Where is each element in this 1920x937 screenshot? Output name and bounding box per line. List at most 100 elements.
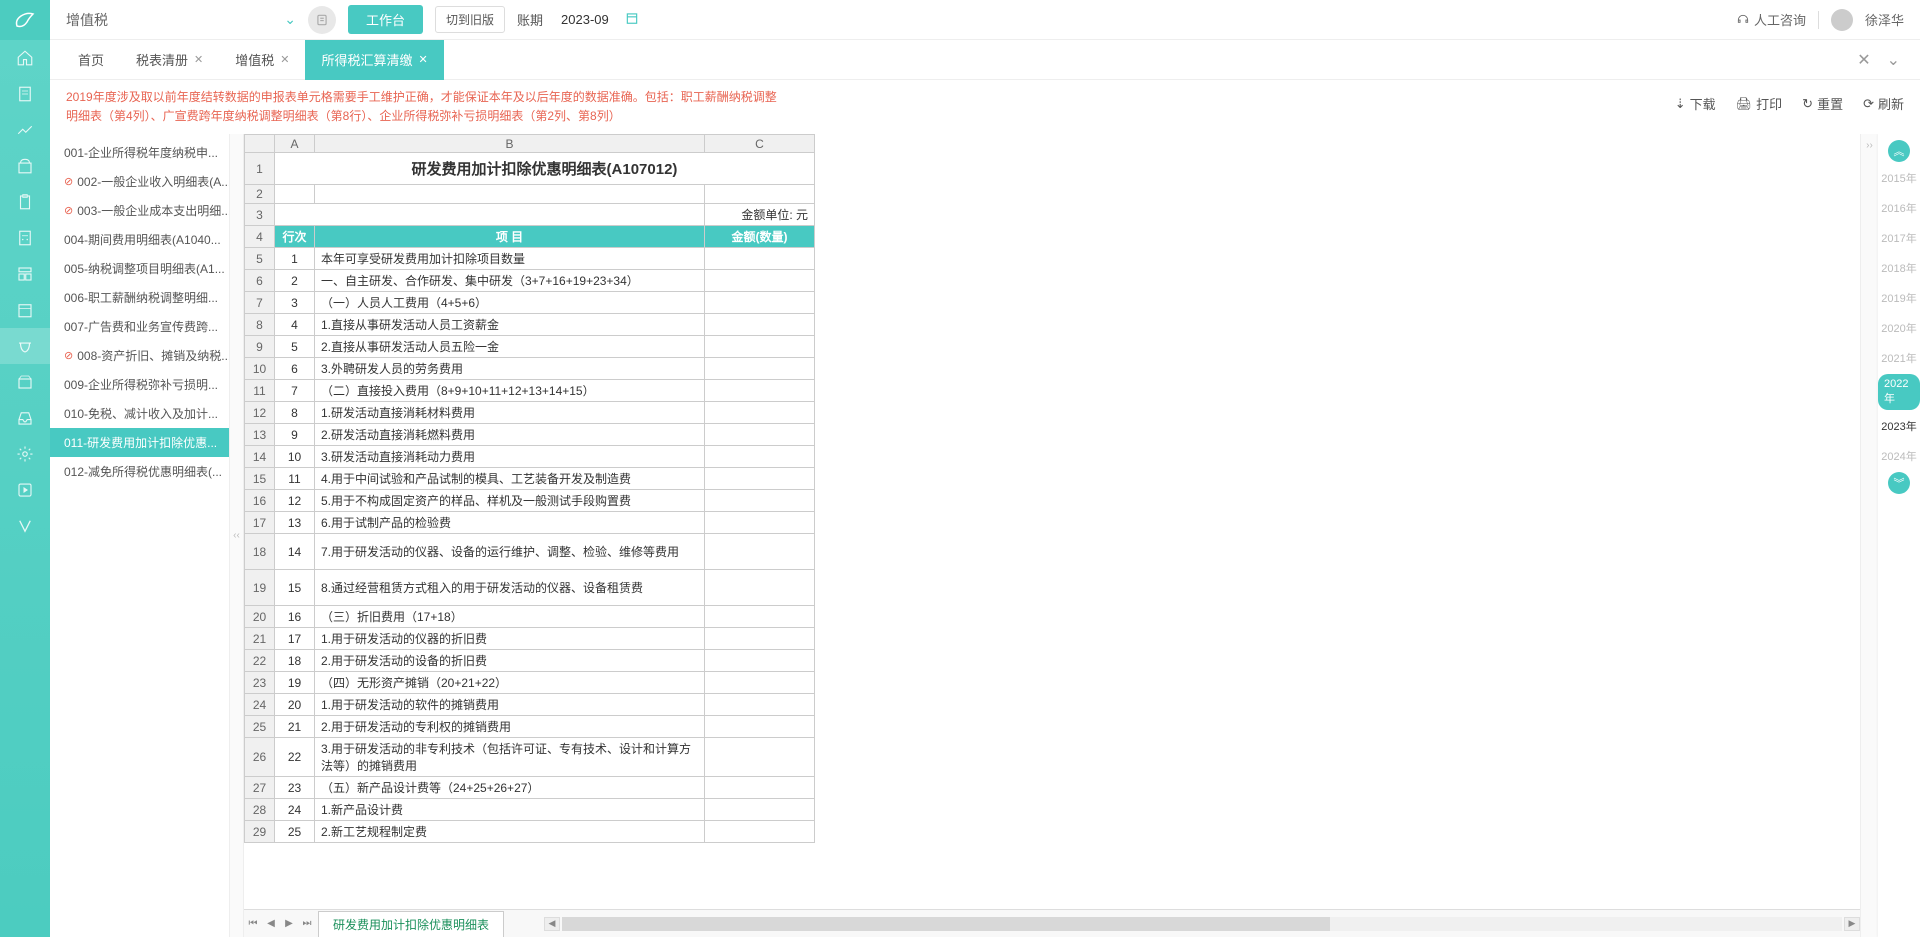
row-num[interactable]: 21 [245, 628, 275, 650]
row-num[interactable]: 5 [245, 248, 275, 270]
close-icon[interactable]: ✕ [194, 53, 203, 66]
row-num[interactable]: 6 [245, 270, 275, 292]
vat-selector[interactable]: 增值税 ⌄ [66, 10, 296, 30]
row-num[interactable]: 8 [245, 314, 275, 336]
row-num[interactable]: 29 [245, 821, 275, 843]
line-amount[interactable] [705, 248, 815, 270]
close-icon[interactable]: ✕ [419, 53, 428, 66]
nav-v[interactable] [0, 508, 50, 544]
line-amount[interactable] [705, 628, 815, 650]
hscroll[interactable]: ◀ ▶ [544, 917, 1860, 931]
form-item-5[interactable]: 006-职工薪酬纳税调整明细... [50, 283, 229, 312]
line-item[interactable]: 5.用于不构成固定资产的样品、样机及一般测试手段购置费 [315, 490, 705, 512]
year-2023年[interactable]: 2023年 [1879, 412, 1918, 440]
tab-2[interactable]: 增值税✕ [219, 40, 305, 80]
line-number[interactable]: 19 [275, 672, 315, 694]
line-amount[interactable] [705, 716, 815, 738]
line-amount[interactable] [705, 468, 815, 490]
line-number[interactable]: 18 [275, 650, 315, 672]
line-number[interactable]: 1 [275, 248, 315, 270]
year-2022年[interactable]: 2022年 [1878, 374, 1920, 410]
line-item[interactable]: （一）人员人工费用（4+5+6） [315, 292, 705, 314]
line-number[interactable]: 15 [275, 570, 315, 606]
form-item-1[interactable]: ⊘002-一般企业收入明细表(A... [50, 167, 229, 196]
nav-template[interactable] [0, 256, 50, 292]
line-amount[interactable] [705, 292, 815, 314]
row-num[interactable]: 11 [245, 380, 275, 402]
year-2020年[interactable]: 2020年 [1879, 314, 1918, 342]
row-num[interactable]: 9 [245, 336, 275, 358]
col-header-A[interactable]: A [275, 135, 315, 153]
tab-3[interactable]: 所得税汇算清缴✕ [305, 40, 443, 80]
line-amount[interactable] [705, 738, 815, 777]
tab-0[interactable]: 首页 [62, 40, 120, 80]
year-2015年[interactable]: 2015年 [1879, 164, 1918, 192]
line-amount[interactable] [705, 490, 815, 512]
form-item-2[interactable]: ⊘003-一般企业成本支出明细... [50, 196, 229, 225]
row-num[interactable]: 13 [245, 424, 275, 446]
nav-calendar[interactable] [0, 292, 50, 328]
line-number[interactable]: 4 [275, 314, 315, 336]
sheet-nav-first[interactable]: ⏮ [244, 918, 262, 929]
line-item[interactable]: 3.外聘研发人员的劳务费用 [315, 358, 705, 380]
line-number[interactable]: 10 [275, 446, 315, 468]
row-num[interactable]: 15 [245, 468, 275, 490]
line-number[interactable]: 2 [275, 270, 315, 292]
line-number[interactable]: 7 [275, 380, 315, 402]
row-num[interactable]: 16 [245, 490, 275, 512]
row-num[interactable]: 27 [245, 777, 275, 799]
hscroll-left[interactable]: ◀ [544, 917, 560, 931]
line-amount[interactable] [705, 606, 815, 628]
switch-old-button[interactable]: 切到旧版 [435, 6, 505, 33]
row-num[interactable]: 26 [245, 738, 275, 777]
line-item[interactable]: 1.直接从事研发活动人员工资薪金 [315, 314, 705, 336]
nav-clipboard[interactable] [0, 184, 50, 220]
sheet-nav-last[interactable]: ⏭ [298, 918, 316, 929]
line-amount[interactable] [705, 380, 815, 402]
line-item[interactable]: 一、自主研发、合作研发、集中研发（3+7+16+19+23+34） [315, 270, 705, 292]
line-amount[interactable] [705, 314, 815, 336]
row-num[interactable]: 23 [245, 672, 275, 694]
line-item[interactable]: （三）折旧费用（17+18） [315, 606, 705, 628]
col-header-B[interactable]: B [315, 135, 705, 153]
expand-right-handle[interactable]: ›› [1860, 134, 1878, 937]
sheet-tab[interactable]: 研发费用加计扣除优惠明细表 [318, 911, 504, 937]
line-amount[interactable] [705, 694, 815, 716]
line-number[interactable]: 11 [275, 468, 315, 490]
line-item[interactable]: 1.新产品设计费 [315, 799, 705, 821]
line-number[interactable]: 25 [275, 821, 315, 843]
line-item[interactable]: 1.研发活动直接消耗材料费用 [315, 402, 705, 424]
form-item-3[interactable]: 004-期间费用明细表(A1040... [50, 225, 229, 254]
workbench-button[interactable]: 工作台 [348, 5, 423, 34]
col-header-C[interactable]: C [705, 135, 815, 153]
line-number[interactable]: 5 [275, 336, 315, 358]
nav-home[interactable] [0, 40, 50, 76]
line-amount[interactable] [705, 570, 815, 606]
form-item-4[interactable]: 005-纳税调整项目明细表(A1... [50, 254, 229, 283]
line-number[interactable]: 3 [275, 292, 315, 314]
row-num[interactable]: 20 [245, 606, 275, 628]
line-item[interactable]: 3.研发活动直接消耗动力费用 [315, 446, 705, 468]
reset-button[interactable]: ↻ 重置 [1802, 94, 1843, 113]
refresh-button[interactable]: ⟳ 刷新 [1863, 94, 1904, 113]
collapse-left-handle[interactable]: ‹‹ [230, 134, 244, 937]
line-item[interactable]: 2.研发活动直接消耗燃料费用 [315, 424, 705, 446]
year-2021年[interactable]: 2021年 [1879, 344, 1918, 372]
line-amount[interactable] [705, 424, 815, 446]
sheet-nav-prev[interactable]: ◀ [262, 918, 280, 929]
line-number[interactable]: 6 [275, 358, 315, 380]
round-menu-button[interactable] [308, 6, 336, 34]
line-item[interactable]: 1.用于研发活动的仪器的折旧费 [315, 628, 705, 650]
line-number[interactable]: 24 [275, 799, 315, 821]
line-amount[interactable] [705, 650, 815, 672]
line-amount[interactable] [705, 672, 815, 694]
row-num[interactable]: 10 [245, 358, 275, 380]
form-item-9[interactable]: 010-免税、减计收入及加计... [50, 399, 229, 428]
row-num[interactable]: 18 [245, 534, 275, 570]
print-button[interactable]: 🖨 打印 [1736, 94, 1783, 113]
row-num[interactable]: 2 [245, 185, 275, 204]
row-num[interactable]: 7 [245, 292, 275, 314]
line-number[interactable]: 13 [275, 512, 315, 534]
row-num[interactable]: 1 [245, 153, 275, 185]
line-amount[interactable] [705, 777, 815, 799]
